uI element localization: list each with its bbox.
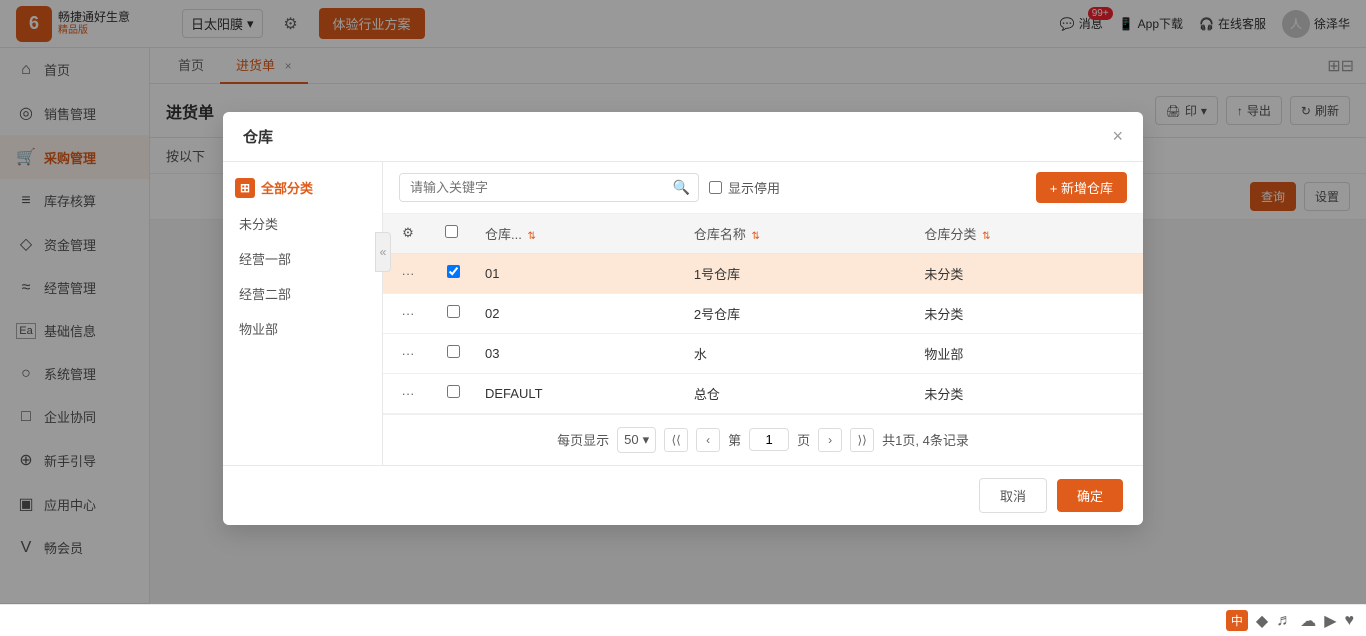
first-page-button[interactable]: ⟨⟨ [664,428,688,452]
categories-icon: ⊞ [235,178,255,198]
code-sort-icon: ⇅ [527,231,535,242]
add-warehouse-button[interactable]: + 新增仓库 [1036,172,1127,203]
row-code: 01 [473,253,682,293]
show-disabled-checkbox[interactable]: 显示停用 [709,178,780,197]
category-column-header: 仓库分类 ⇅ [912,214,1143,254]
bottom-icon-heart[interactable]: ♥ [1345,612,1355,630]
modal-overlay[interactable]: 仓库 × ⊞ 全部分类 « 未分类 经营一部 经营二部 [0,0,1366,636]
table-row[interactable]: ··· 03 水 物业部 [383,333,1143,373]
search-box: 🔍 [399,173,699,202]
all-categories-item[interactable]: ⊞ 全部分类 [223,170,382,206]
row-gear[interactable]: ··· [383,373,433,413]
bottom-icon-diamond[interactable]: ◆ [1256,611,1268,631]
modal-body: ⊞ 全部分类 « 未分类 经营一部 经营二部 物业部 [223,162,1143,465]
prev-page-button[interactable]: ‹ [696,428,720,452]
per-page-select[interactable]: 50 ▾ [617,427,656,453]
table-header: ⚙ 仓库... ⇅ 仓库名称 ⇅ [383,214,1143,254]
modal-header: 仓库 × [223,112,1143,162]
row-code: 02 [473,293,682,333]
select-all-checkbox[interactable] [445,225,458,238]
bottom-icon-play[interactable]: ▶ [1324,611,1336,631]
category-dept1[interactable]: 经营一部 [223,241,382,276]
category-dept2[interactable]: 经营二部 [223,276,382,311]
checkbox-column-header [433,214,473,254]
table-row[interactable]: ··· 01 1号仓库 未分类 [383,253,1143,293]
row-gear[interactable]: ··· [383,333,433,373]
row-checkbox[interactable] [447,385,460,398]
code-column-header: 仓库... ⇅ [473,214,682,254]
category-sort-icon: ⇅ [982,231,990,242]
bottombar: 中 ◆ ♬ ☁ ▶ ♥ [0,604,1366,636]
modal-close-button[interactable]: × [1112,127,1123,145]
bottom-icon-cn[interactable]: 中 [1226,610,1248,631]
category-property[interactable]: 物业部 [223,311,382,346]
modal-main: 🔍 显示停用 + 新增仓库 ⚙ [383,162,1143,465]
row-category: 未分类 [912,253,1143,293]
cancel-button[interactable]: 取消 [979,478,1047,513]
modal-title: 仓库 [243,126,273,147]
modal-toolbar: 🔍 显示停用 + 新增仓库 [383,162,1143,214]
row-checkbox[interactable] [447,305,460,318]
row-code: DEFAULT [473,373,682,413]
row-category: 未分类 [912,373,1143,413]
pagination: 每页显示 50 ▾ ⟨⟨ ‹ 第 页 › ⟩⟩ 共1页, 4条记录 [383,414,1143,465]
search-icon: 🔍 [665,179,698,196]
modal-categories: ⊞ 全部分类 « 未分类 经营一部 经营二部 物业部 [223,162,383,465]
category-uncategorized[interactable]: 未分类 [223,206,382,241]
disabled-checkbox[interactable] [709,181,722,194]
warehouse-modal: 仓库 × ⊞ 全部分类 « 未分类 经营一部 经营二部 [223,112,1143,525]
page-number-input[interactable] [749,428,789,451]
modal-footer: 取消 确定 [223,465,1143,525]
table-row[interactable]: ··· DEFAULT 总仓 未分类 [383,373,1143,413]
table-row[interactable]: ··· 02 2号仓库 未分类 [383,293,1143,333]
last-page-button[interactable]: ⟩⟩ [850,428,874,452]
name-column-header: 仓库名称 ⇅ [682,214,913,254]
search-input[interactable] [400,174,665,201]
name-sort-icon: ⇅ [752,231,760,242]
row-code: 03 [473,333,682,373]
row-num [433,253,473,293]
row-name: 2号仓库 [682,293,913,333]
row-checkbox[interactable] [447,345,460,358]
row-checkbox[interactable] [447,265,460,278]
bottom-icon-cloud[interactable]: ☁ [1300,611,1316,631]
next-page-button[interactable]: › [818,428,842,452]
row-name: 水 [682,333,913,373]
row-num [433,373,473,413]
row-name: 总仓 [682,373,913,413]
warehouse-table: ⚙ 仓库... ⇅ 仓库名称 ⇅ [383,214,1143,414]
confirm-button[interactable]: 确定 [1057,479,1123,512]
row-num [433,333,473,373]
bottom-icon-music[interactable]: ♬ [1276,612,1292,630]
row-num [433,293,473,333]
row-name: 1号仓库 [682,253,913,293]
row-category: 物业部 [912,333,1143,373]
row-gear[interactable]: ··· [383,293,433,333]
row-category: 未分类 [912,293,1143,333]
chevron-down-icon: ▾ [643,432,650,448]
collapse-icon[interactable]: « [375,232,383,272]
